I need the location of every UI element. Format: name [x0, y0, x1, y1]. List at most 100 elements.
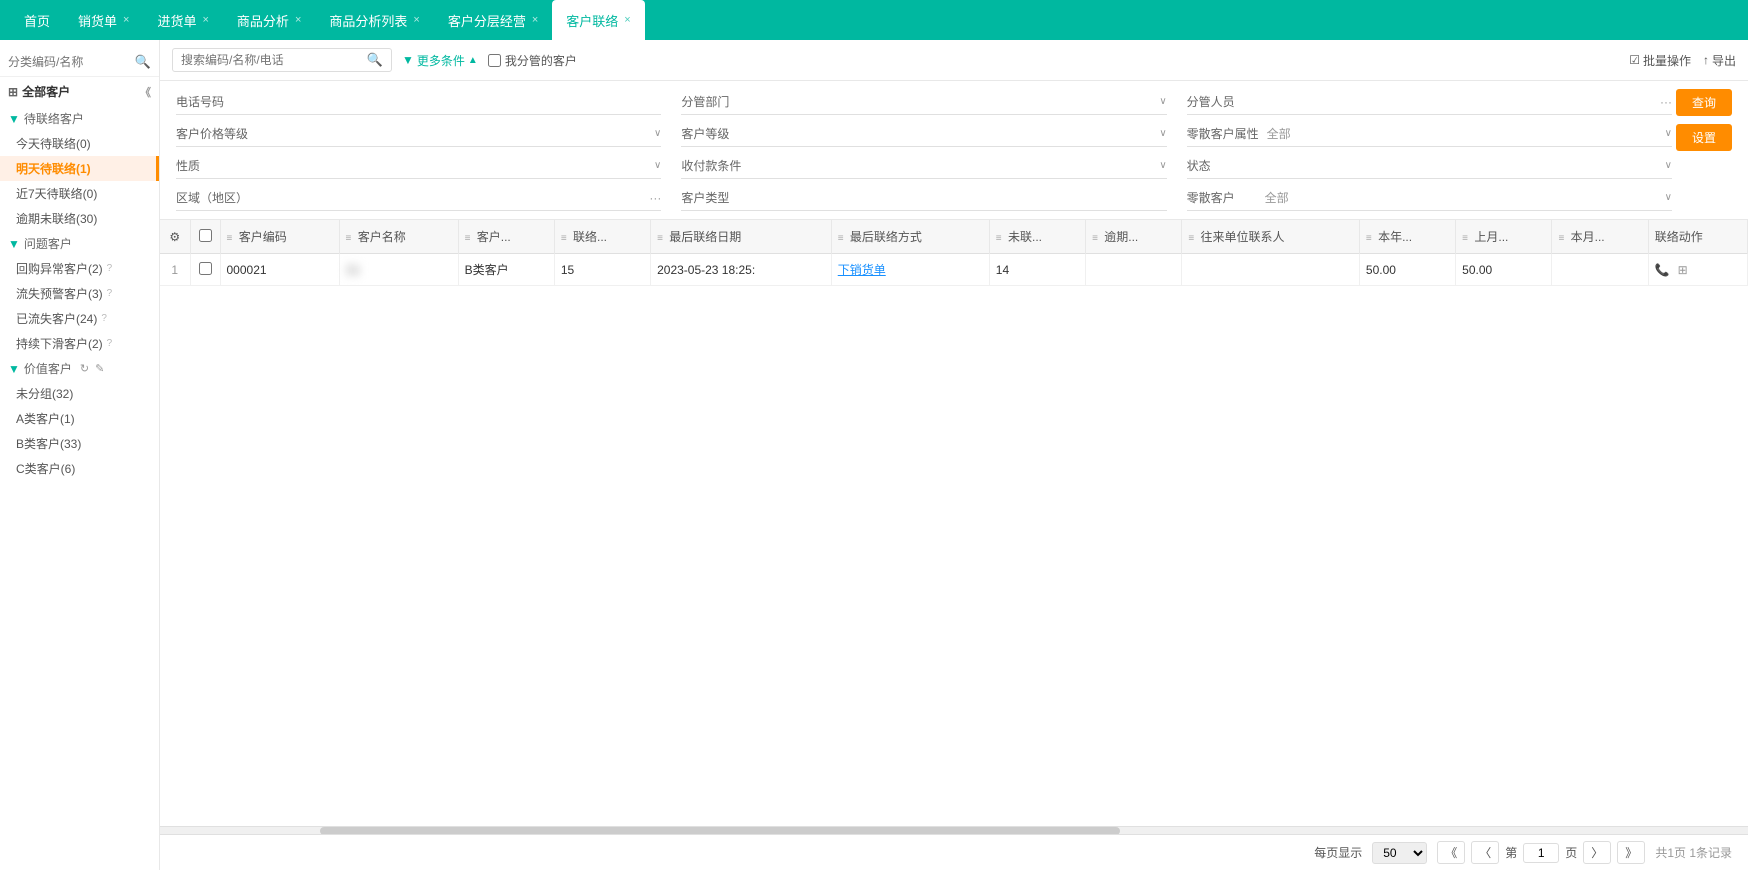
nav-analysis-close[interactable]: ×	[295, 14, 301, 26]
sidebar-item-class-b[interactable]: B类客户(33)	[0, 431, 159, 456]
col-this-year-icon: ≡	[1366, 233, 1372, 244]
reset-button[interactable]: 设置	[1676, 124, 1732, 151]
filter-nature: 性质 ∨	[176, 153, 661, 179]
grid-action-icon[interactable]: ⊞	[1678, 263, 1688, 277]
sidebar-item-week[interactable]: 近7天待联络(0)	[0, 181, 159, 206]
nav-purchase[interactable]: 进货单 ×	[143, 0, 222, 40]
col-contact[interactable]: ≡ 联络...	[554, 220, 650, 254]
nav-customer-tier[interactable]: 客户分层经营 ×	[434, 0, 552, 40]
sidebar-item-repurchase-abnormal[interactable]: 回购异常客户(2) ?	[0, 256, 159, 281]
export-button[interactable]: ↑ 导出	[1703, 52, 1736, 69]
nav-analysis-list[interactable]: 商品分析列表 ×	[315, 0, 433, 40]
col-last-month[interactable]: ≡ 上月...	[1456, 220, 1552, 254]
col-this-month-icon: ≡	[1558, 233, 1564, 244]
nav-customer-contact-close[interactable]: ×	[624, 14, 630, 26]
filter-region-select[interactable]: ···	[256, 191, 661, 205]
col-uncontacted[interactable]: ≡ 未联...	[989, 220, 1085, 254]
col-type[interactable]: ≡ 客户...	[458, 220, 554, 254]
filter-customer-grade: 客户等级 ∨	[681, 121, 1166, 147]
nav-analysis[interactable]: 商品分析 ×	[223, 0, 315, 40]
cell-last-method[interactable]: 下销货单	[831, 254, 989, 286]
filter-nature-select[interactable]: ∨	[254, 160, 661, 171]
first-page-button[interactable]: 《	[1437, 841, 1465, 864]
col-this-year[interactable]: ≡ 本年...	[1359, 220, 1455, 254]
col-unit-contact[interactable]: ≡ 往来单位联系人	[1182, 220, 1360, 254]
nav-purchase-close[interactable]: ×	[202, 14, 208, 26]
nav-sales-close[interactable]: ×	[123, 14, 129, 26]
last-method-link[interactable]: 下销货单	[838, 263, 886, 277]
sidebar-item-tomorrow[interactable]: 明天待联络(1)	[0, 156, 159, 181]
phone-icon[interactable]: 📞	[1655, 263, 1670, 277]
col-last-date[interactable]: ≡ 最后联络日期	[651, 220, 832, 254]
col-action[interactable]: 联络动作	[1648, 220, 1747, 254]
group-label-problem: ▼ 问题客户	[0, 231, 159, 256]
nav-analysis-list-close[interactable]: ×	[413, 14, 419, 26]
filter-retail-attr-select[interactable]: 全部 ∨	[1267, 125, 1672, 142]
nav-customer-contact[interactable]: 客户联络 ×	[552, 0, 644, 40]
col-check[interactable]	[190, 220, 220, 254]
filter-person-select[interactable]: ···	[1265, 95, 1672, 109]
sidebar-item-ungrouped[interactable]: 未分组(32)	[0, 381, 159, 406]
table-row: 1 000021 Ea B类客户 15 2023-05-23 18:25: 下销…	[160, 254, 1748, 286]
filter-phone-label: 电话号码	[176, 93, 246, 110]
search-input-wrap: 🔍	[172, 48, 392, 72]
customer-name-blurred: Ea	[346, 263, 361, 277]
edit-icon[interactable]: ✎	[95, 362, 104, 375]
col-name[interactable]: ≡ 客户名称	[339, 220, 458, 254]
sidebar-item-continuous-down[interactable]: 持续下滑客户(2) ?	[0, 331, 159, 356]
nav-sales[interactable]: 销货单 ×	[64, 0, 143, 40]
filter-person: 分管人员 ···	[1187, 89, 1672, 115]
col-last-method[interactable]: ≡ 最后联络方式	[831, 220, 989, 254]
refresh-icon[interactable]: ↻	[80, 362, 89, 375]
horizontal-scrollbar[interactable]	[160, 826, 1748, 834]
filter-retail-customer-select[interactable]: 全部 ∨	[1265, 189, 1672, 206]
sidebar-item-class-a[interactable]: A类客户(1)	[0, 406, 159, 431]
filter-dept-select[interactable]: ∨	[759, 96, 1166, 107]
filter-price-grade-select[interactable]: ∨	[256, 128, 661, 139]
filter-row-3: 性质 ∨ 收付款条件 ∨	[176, 153, 1672, 179]
sidebar-search-input[interactable]	[8, 55, 135, 69]
batch-op-button[interactable]: ☑ 批量操作	[1629, 52, 1691, 69]
search-input[interactable]	[181, 53, 367, 67]
cell-check[interactable]	[190, 254, 220, 286]
nav-home[interactable]: 首页	[10, 0, 64, 40]
query-button[interactable]: 查询	[1676, 89, 1732, 116]
more-filter-button[interactable]: ▼ 更多条件 ▲	[402, 52, 478, 69]
col-this-month[interactable]: ≡ 本月...	[1552, 220, 1648, 254]
next-page-button[interactable]: 〉	[1583, 841, 1611, 864]
sidebar-search-icon[interactable]: 🔍	[135, 54, 151, 70]
col-settings[interactable]: ⚙	[160, 220, 190, 254]
page-input[interactable]	[1523, 843, 1559, 863]
row-checkbox[interactable]	[199, 262, 212, 275]
col-uncontacted-icon: ≡	[996, 233, 1002, 244]
filter-region-label: 区域（地区）	[176, 189, 248, 206]
my-customers-checkbox[interactable]	[488, 54, 501, 67]
nav-customer-tier-close[interactable]: ×	[532, 14, 538, 26]
sidebar-item-lost-risk[interactable]: 流失预警客户(3) ?	[0, 281, 159, 306]
search-button[interactable]: 🔍	[367, 52, 383, 68]
filter-retail-customer-chevron: ∨	[1665, 192, 1672, 203]
col-overdue[interactable]: ≡ 逾期...	[1086, 220, 1182, 254]
content-area: 🔍 ▼ 更多条件 ▲ 我分管的客户 ☑ 批量操作 ↑ 导出	[160, 40, 1748, 870]
sidebar-item-class-c[interactable]: C类客户(6)	[0, 456, 159, 481]
select-all-checkbox[interactable]	[199, 229, 212, 242]
col-code[interactable]: ≡ 客户编码	[220, 220, 339, 254]
sidebar-item-overdue[interactable]: 逾期未联络(30)	[0, 206, 159, 231]
group-label-value: ▼ 价值客户 ↻ ✎	[0, 356, 159, 381]
filter-customer-grade-select[interactable]: ∨	[759, 128, 1166, 139]
filter-payment-select[interactable]: ∨	[759, 160, 1166, 171]
sidebar-item-today[interactable]: 今天待联络(0)	[0, 131, 159, 156]
page-size-select[interactable]: 50 100 200	[1372, 842, 1427, 864]
filter-region: 区域（地区） ···	[176, 185, 661, 211]
settings-icon[interactable]: ⚙	[169, 230, 180, 244]
prev-page-button[interactable]: 〈	[1471, 841, 1499, 864]
help-icon-3: ?	[107, 338, 113, 349]
sidebar-item-lost[interactable]: 已流失客户(24) ?	[0, 306, 159, 331]
last-page-button[interactable]: 》	[1617, 841, 1645, 864]
cell-unit-contact	[1182, 254, 1360, 286]
filter-phone-input[interactable]	[254, 95, 661, 109]
filter-customer-type-input[interactable]	[759, 191, 1166, 205]
sidebar-all-customers[interactable]: ⊞ 全部客户 《	[0, 77, 159, 106]
filter-region-dots: ···	[649, 191, 661, 205]
filter-status-select[interactable]: ∨	[1265, 160, 1672, 171]
